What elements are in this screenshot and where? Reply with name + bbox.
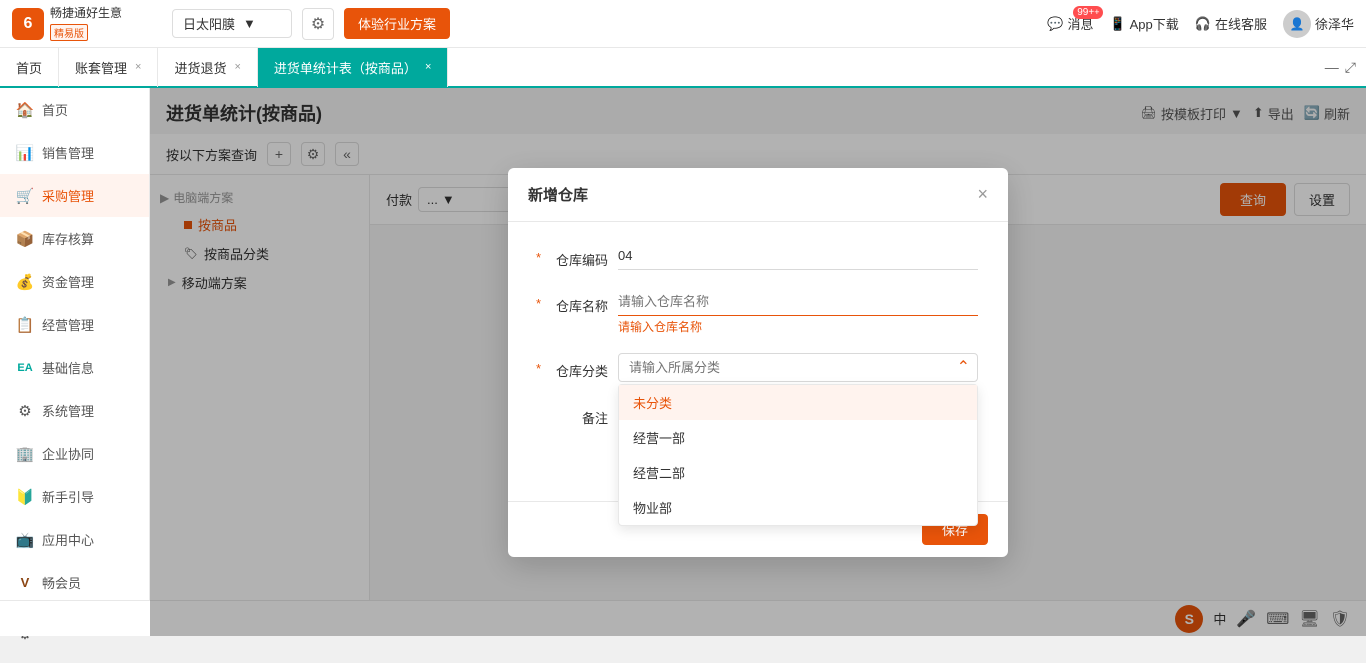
tab-bar: 首页 账套管理 × 进货退货 × 进货单统计表（按商品） × — ⤢ bbox=[0, 48, 1366, 88]
dropdown-item-dept1[interactable]: 经营一部 bbox=[619, 420, 977, 455]
notification-badge: 99++ bbox=[1073, 6, 1103, 19]
finance-icon: 💰 bbox=[16, 273, 34, 291]
main-layout: 🏠 首页 📊 销售管理 🛒 采购管理 📦 库存核算 💰 资金管理 📋 经营管理 … bbox=[0, 88, 1366, 636]
warehouse-name-label: 仓库名称 bbox=[538, 288, 618, 315]
sidebar-item-basic[interactable]: EA 基础信息 bbox=[0, 346, 149, 389]
inventory-icon: 📦 bbox=[16, 230, 34, 248]
purchase-icon: 🛒 bbox=[16, 187, 34, 205]
guide-icon: 🔰 bbox=[16, 488, 34, 506]
warehouse-category-input[interactable] bbox=[618, 353, 978, 382]
system-icon: ⚙ bbox=[16, 402, 34, 420]
logo-area: 6 畅捷通好生意 精易版 bbox=[12, 6, 162, 41]
category-collapse-icon[interactable]: ⌃ bbox=[957, 357, 970, 377]
form-row-category: 仓库分类 ⌃ 未分类 经营一部 经营二部 物业部 bbox=[538, 353, 978, 382]
modal-header: 新增仓库 × bbox=[508, 168, 1008, 222]
dropdown-item-property[interactable]: 物业部 bbox=[619, 490, 977, 525]
tab-controls: — ⤢ bbox=[1315, 59, 1366, 76]
logo-text: 畅捷通好生意 精易版 bbox=[50, 6, 122, 41]
sidebar: 🏠 首页 📊 销售管理 🛒 采购管理 📦 库存核算 💰 资金管理 📋 经营管理 … bbox=[0, 88, 150, 636]
tab-account[interactable]: 账套管理 × bbox=[59, 47, 158, 87]
form-row-code: 仓库编码 bbox=[538, 242, 978, 270]
header-right: 💬 消息 99++ 📱 App下载 🎧 在线客服 👤 徐泽华 bbox=[1047, 10, 1354, 38]
dropdown-item-dept2[interactable]: 经营二部 bbox=[619, 455, 977, 490]
avatar: 👤 bbox=[1283, 10, 1311, 38]
trial-button[interactable]: 体验行业方案 bbox=[344, 8, 450, 39]
sales-icon: 📊 bbox=[16, 144, 34, 162]
sidebar-item-system[interactable]: ⚙ 系统管理 bbox=[0, 389, 149, 432]
warehouse-name-input[interactable] bbox=[618, 288, 978, 316]
sidebar-item-home[interactable]: 🏠 首页 bbox=[0, 88, 149, 131]
store-dropdown-arrow: ▼ bbox=[243, 16, 256, 31]
app-logo-icon: 6 bbox=[12, 8, 44, 40]
modal-title: 新增仓库 bbox=[528, 184, 588, 205]
sidebar-item-appcenter[interactable]: 📺 应用中心 bbox=[0, 518, 149, 561]
warehouse-name-error: 请输入仓库名称 bbox=[618, 318, 978, 335]
sidebar-item-finance[interactable]: 💰 资金管理 bbox=[0, 260, 149, 303]
appcenter-icon: 📺 bbox=[16, 531, 34, 549]
online-service-item[interactable]: 🎧 在线客服 bbox=[1195, 14, 1267, 33]
message-icon-item[interactable]: 💬 消息 99++ bbox=[1047, 14, 1093, 33]
sidebar-item-sales[interactable]: 📊 销售管理 bbox=[0, 131, 149, 174]
tab-expand-icon[interactable]: ⤢ bbox=[1345, 59, 1356, 76]
tab-close-purchase-return[interactable]: × bbox=[234, 61, 240, 73]
mobile-icon: 📱 bbox=[1109, 16, 1125, 32]
content-area: 进货单统计(按商品) 🖨 按模板打印 ▼ ⬆ 导出 🔄 刷新 按以下方案查询 bbox=[150, 88, 1366, 636]
dropdown-item-unclassified[interactable]: 未分类 bbox=[619, 385, 977, 420]
tab-close-purchase-stats[interactable]: × bbox=[425, 61, 431, 73]
remark-label: 备注 bbox=[538, 400, 618, 427]
category-dropdown-list: 未分类 经营一部 经营二部 物业部 bbox=[618, 384, 978, 526]
sidebar-item-inventory[interactable]: 📦 库存核算 bbox=[0, 217, 149, 260]
sidebar-item-operations[interactable]: 📋 经营管理 bbox=[0, 303, 149, 346]
tab-purchase-stats[interactable]: 进货单统计表（按商品） × bbox=[258, 47, 448, 87]
tab-minimize-icon[interactable]: — bbox=[1325, 59, 1339, 75]
enterprise-icon: 🏢 bbox=[16, 445, 34, 463]
settings-icon[interactable]: ⚙ bbox=[302, 8, 334, 40]
tab-purchase-return[interactable]: 进货退货 × bbox=[158, 47, 257, 87]
store-name: 日太阳膜 bbox=[183, 14, 235, 33]
sidebar-item-purchase[interactable]: 🛒 采购管理 bbox=[0, 174, 149, 217]
basic-icon: EA bbox=[16, 359, 34, 377]
warehouse-code-label: 仓库编码 bbox=[538, 242, 618, 269]
modal-overlay: 新增仓库 × 仓库编码 仓库名称 bbox=[150, 88, 1366, 636]
warehouse-name-wrap: 请输入仓库名称 bbox=[618, 288, 978, 335]
warehouse-category-wrap: ⌃ 未分类 经营一部 经营二部 物业部 bbox=[618, 353, 978, 382]
warehouse-code-wrap bbox=[618, 242, 978, 270]
modal-new-warehouse: 新增仓库 × 仓库编码 仓库名称 bbox=[508, 168, 1008, 557]
tab-home[interactable]: 首页 bbox=[0, 47, 59, 87]
modal-close-button[interactable]: × bbox=[977, 185, 988, 203]
message-icon: 💬 bbox=[1047, 16, 1063, 32]
modal-body: 仓库编码 仓库名称 请输入仓库名称 bbox=[508, 222, 1008, 501]
sidebar-item-member[interactable]: V 畅会员 bbox=[0, 561, 149, 604]
sidebar-item-enterprise[interactable]: 🏢 企业协同 bbox=[0, 432, 149, 475]
operations-icon: 📋 bbox=[16, 316, 34, 334]
app-download-item[interactable]: 📱 App下载 bbox=[1109, 14, 1178, 33]
top-header: 6 畅捷通好生意 精易版 日太阳膜 ▼ ⚙ 体验行业方案 💬 消息 99++ 📱… bbox=[0, 0, 1366, 48]
store-selector[interactable]: 日太阳膜 ▼ bbox=[172, 9, 292, 38]
headset-icon: 🎧 bbox=[1195, 16, 1211, 32]
home-icon: 🏠 bbox=[16, 101, 34, 119]
warehouse-category-label: 仓库分类 bbox=[538, 353, 618, 380]
user-profile-item[interactable]: 👤 徐泽华 bbox=[1283, 10, 1354, 38]
member-icon: V bbox=[16, 574, 34, 592]
warehouse-code-input[interactable] bbox=[618, 242, 978, 270]
tab-close-account[interactable]: × bbox=[135, 61, 141, 73]
sidebar-item-guide[interactable]: 🔰 新手引导 bbox=[0, 475, 149, 518]
form-row-name: 仓库名称 请输入仓库名称 bbox=[538, 288, 978, 335]
